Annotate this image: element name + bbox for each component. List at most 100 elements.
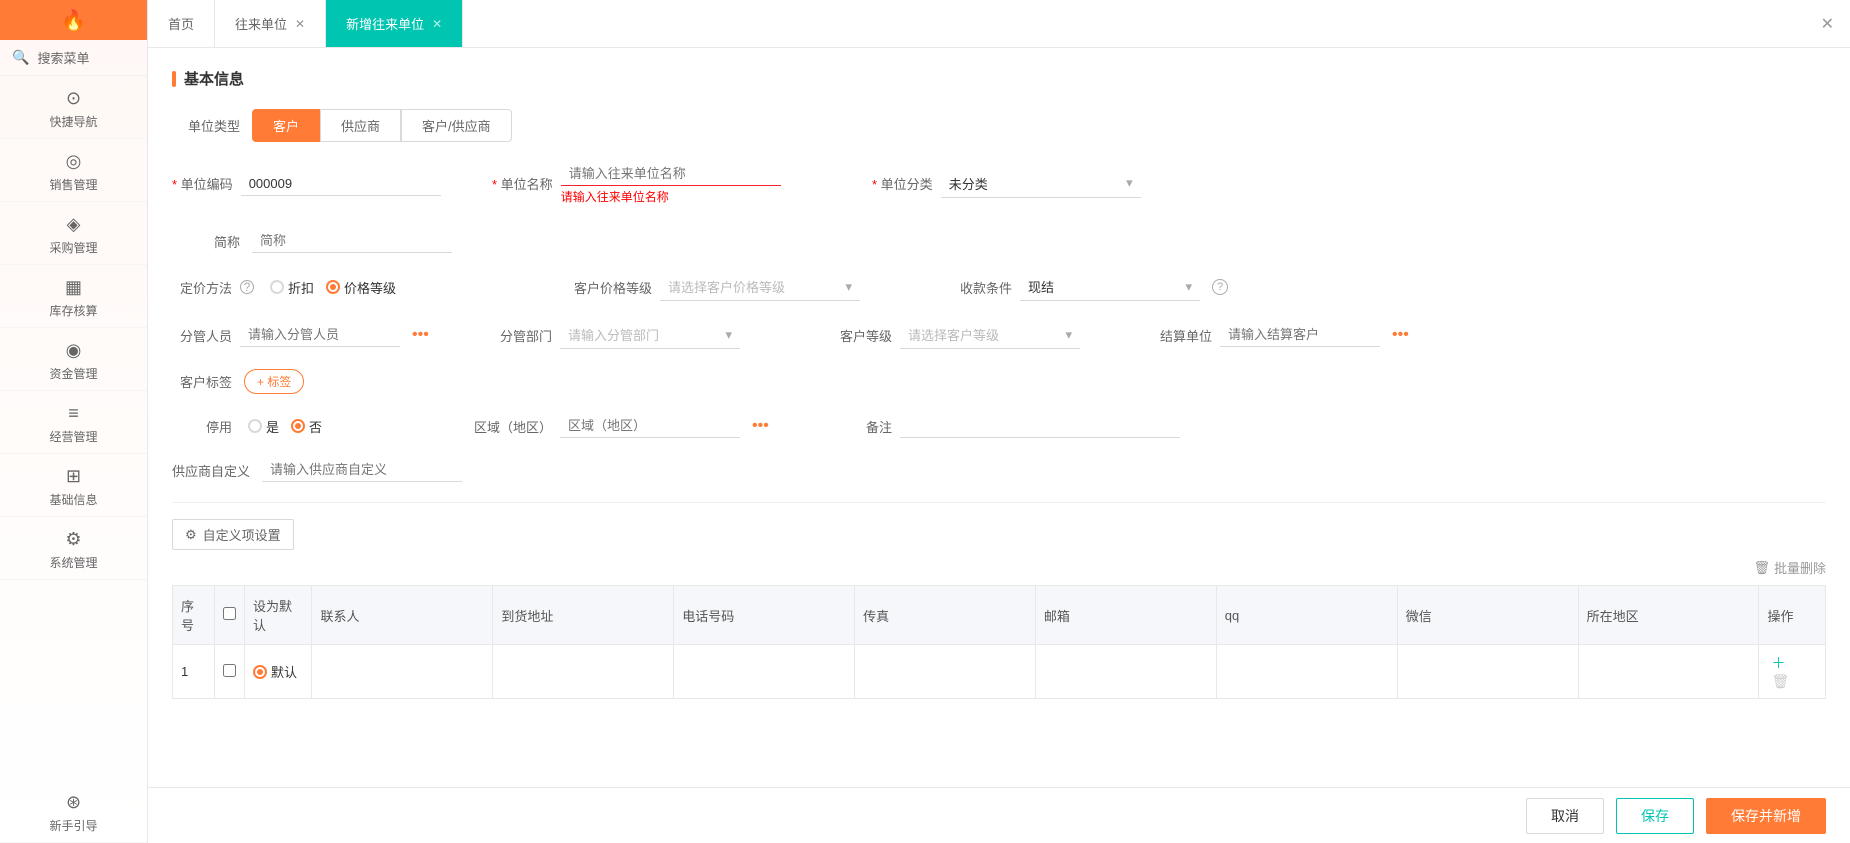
disable-no-circle xyxy=(291,419,305,433)
customer-level-select[interactable]: 请选择客户等级 ▾ xyxy=(900,321,1080,349)
sidebar-item-label: 系统管理 xyxy=(49,554,97,571)
row-address-input[interactable] xyxy=(501,664,665,679)
unit-category-select[interactable]: 未分类 ▾ xyxy=(941,170,1141,198)
customer-price-level-select[interactable]: 请选择客户价格等级 ▾ xyxy=(660,273,860,301)
supplier-custom-row: 供应商自定义 xyxy=(172,458,1826,482)
batch-delete-label[interactable]: 批量删除 xyxy=(1774,558,1826,577)
unit-code-input[interactable] xyxy=(241,172,441,196)
manager-input[interactable] xyxy=(240,323,400,347)
payment-terms-group: 收款条件 现结 ▾ ? xyxy=(952,273,1312,301)
disable-row: 停用 是 否 区域（地区） ••• xyxy=(172,414,1826,438)
row-default-radio[interactable]: 默认 xyxy=(253,662,303,681)
row-phone-input[interactable] xyxy=(682,664,846,679)
sidebar-item-label: 经营管理 xyxy=(49,428,97,445)
settlement-unit-input[interactable] xyxy=(1220,323,1380,347)
cancel-button[interactable]: 取消 xyxy=(1526,798,1604,834)
row-wechat[interactable] xyxy=(1397,645,1578,699)
section-accent-icon xyxy=(172,71,176,87)
dept-select[interactable]: 请输入分管部门 ▾ xyxy=(560,321,740,349)
col-checkbox xyxy=(215,586,245,645)
unit-name-input[interactable] xyxy=(561,162,781,186)
row-phone[interactable] xyxy=(674,645,855,699)
pricing-level-radio[interactable]: 价格等级 xyxy=(326,278,396,297)
tab-partner[interactable]: 往来单位 ✕ xyxy=(215,0,326,47)
region-input[interactable] xyxy=(560,414,740,438)
sidebar-item-sales[interactable]: ◎ 销售管理 xyxy=(0,139,147,202)
search-menu-label: 搜索菜单 xyxy=(37,48,89,67)
unit-type-supplier-button[interactable]: 供应商 xyxy=(320,109,401,142)
tab-partner-close-icon[interactable]: ✕ xyxy=(295,17,305,31)
customer-price-level-label: 客户价格等级 xyxy=(572,278,652,297)
save-button[interactable]: 保存 xyxy=(1616,798,1694,834)
row-region-input[interactable] xyxy=(1587,664,1751,679)
sidebar-item-label: 资金管理 xyxy=(49,365,97,382)
supplier-custom-input[interactable] xyxy=(262,458,462,482)
custom-settings-button[interactable]: ⚙ 自定义项设置 xyxy=(172,519,294,550)
search-menu-item[interactable]: 🔍 搜索菜单 xyxy=(0,40,147,76)
col-phone: 电话号码 xyxy=(674,586,855,645)
row-email-input[interactable] xyxy=(1044,664,1208,679)
row-default-label: 默认 xyxy=(271,662,297,681)
sidebar-item-label: 销售管理 xyxy=(49,176,97,193)
sidebar-item-basic[interactable]: ⊞ 基础信息 xyxy=(0,454,147,517)
sidebar-item-quick-nav[interactable]: ⊙ 快捷导航 xyxy=(0,76,147,139)
col-region: 所在地区 xyxy=(1578,586,1759,645)
sidebar-item-label: 快捷导航 xyxy=(49,113,97,130)
pricing-discount-radio[interactable]: 折扣 xyxy=(270,278,314,297)
table-body: 1 默认 xyxy=(173,645,1826,699)
unit-name-error-message: 请输入往来单位名称 xyxy=(561,188,781,205)
row-select-checkbox[interactable] xyxy=(223,664,236,677)
disable-yes-radio[interactable]: 是 xyxy=(248,417,279,436)
remarks-input[interactable] xyxy=(900,414,1180,438)
custom-settings-label: 自定义项设置 xyxy=(203,525,281,544)
inventory-icon: ▦ xyxy=(65,277,82,298)
tab-home[interactable]: 首页 xyxy=(148,0,215,47)
row-email[interactable] xyxy=(1035,645,1216,699)
payment-terms-help-icon[interactable]: ? xyxy=(1212,279,1228,295)
row-address[interactable] xyxy=(493,645,674,699)
discount-label: 折扣 xyxy=(288,278,314,297)
row-fax-input[interactable] xyxy=(863,664,1027,679)
col-qq: qq xyxy=(1216,586,1397,645)
sidebar-item-inventory[interactable]: ▦ 库存核算 xyxy=(0,265,147,328)
table-header: 序号 设为默认 联系人 到货地址 电话号码 传真 邮箱 qq 微信 所在地区 操… xyxy=(173,586,1826,645)
sidebar-item-purchase[interactable]: ◈ 采购管理 xyxy=(0,202,147,265)
row-contact-input[interactable] xyxy=(320,664,484,679)
settlement-unit-group: 结算单位 ••• xyxy=(1152,323,1492,347)
row-default: 默认 xyxy=(245,645,312,699)
unit-type-customer-button[interactable]: 客户 xyxy=(252,109,320,142)
supplier-custom-label: 供应商自定义 xyxy=(172,461,262,480)
delete-row-icon[interactable]: 🗑 xyxy=(1771,673,1789,689)
table-row: 1 默认 xyxy=(173,645,1826,699)
row-region[interactable] xyxy=(1578,645,1759,699)
short-name-input[interactable] xyxy=(252,229,452,253)
row-wechat-input[interactable] xyxy=(1406,664,1570,679)
tab-new-partner[interactable]: 新增往来单位 ✕ xyxy=(326,0,463,47)
close-all-tabs-icon[interactable]: ✕ xyxy=(1821,14,1834,34)
select-all-checkbox[interactable] xyxy=(223,607,236,620)
disable-no-radio[interactable]: 否 xyxy=(291,417,322,436)
row-qq[interactable] xyxy=(1216,645,1397,699)
sidebar-item-operations[interactable]: ≡ 经营管理 xyxy=(0,391,147,454)
sidebar-item-system[interactable]: ⚙ 系统管理 xyxy=(0,517,147,580)
row-seq: 1 xyxy=(173,645,215,699)
sidebar-item-guide[interactable]: ⊛ 新手引导 xyxy=(0,780,147,843)
tab-new-partner-close-icon[interactable]: ✕ xyxy=(432,17,442,31)
payment-terms-select[interactable]: 现结 ▾ xyxy=(1020,273,1200,301)
add-row-icon[interactable]: ＋ xyxy=(1771,655,1785,671)
pricing-help-icon[interactable]: ? xyxy=(240,280,254,294)
row-contact[interactable] xyxy=(312,645,493,699)
unit-type-both-button[interactable]: 客户/供应商 xyxy=(401,109,512,142)
region-more-icon[interactable]: ••• xyxy=(748,417,773,435)
manager-more-icon[interactable]: ••• xyxy=(408,326,433,344)
unit-category-label: 单位分类 xyxy=(872,174,933,193)
tab-new-partner-label: 新增往来单位 xyxy=(346,14,424,33)
sidebar-item-finance[interactable]: ◉ 资金管理 xyxy=(0,328,147,391)
add-tag-button[interactable]: + 标签 xyxy=(244,369,304,394)
search-icon: 🔍 xyxy=(12,49,29,66)
row-qq-input[interactable] xyxy=(1225,664,1389,679)
settlement-unit-more-icon[interactable]: ••• xyxy=(1388,326,1413,344)
customer-tag-row: 客户标签 + 标签 xyxy=(172,369,1826,394)
row-fax[interactable] xyxy=(855,645,1036,699)
save-and-new-button[interactable]: 保存并新增 xyxy=(1706,798,1826,834)
